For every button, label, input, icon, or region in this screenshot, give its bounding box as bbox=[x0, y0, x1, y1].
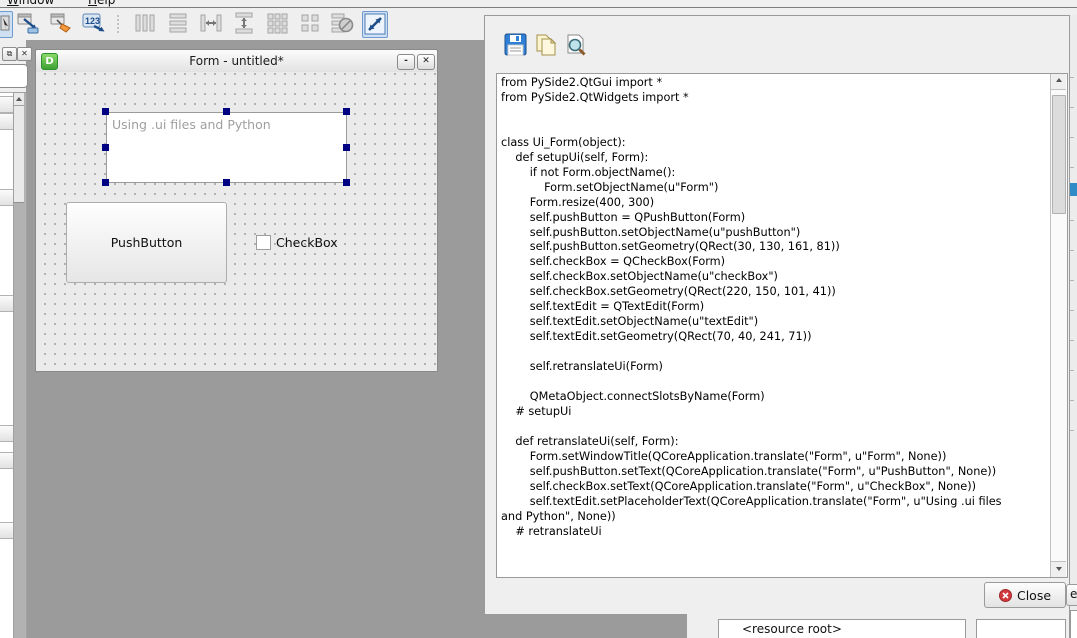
dock-close-icon[interactable]: ✕ bbox=[17, 47, 32, 61]
widget-box-item[interactable] bbox=[0, 425, 14, 442]
checkbox-indicator[interactable] bbox=[256, 235, 271, 250]
close-circle-icon bbox=[999, 589, 1012, 602]
code-text-area[interactable]: from PySide2.QtGui import * from PySide2… bbox=[496, 73, 1068, 578]
form-title-bar[interactable]: D Form - untitled* - ✕ bbox=[36, 50, 437, 73]
find-icon[interactable] bbox=[564, 33, 588, 57]
widget-box-item[interactable] bbox=[0, 96, 14, 113]
textedit-widget[interactable]: Using .ui files and Python bbox=[106, 112, 347, 183]
widget-box-item[interactable] bbox=[0, 295, 14, 312]
selected-property-row[interactable] bbox=[1070, 183, 1077, 196]
selection-handle[interactable] bbox=[102, 144, 109, 151]
layout-horizontal-icon[interactable] bbox=[133, 11, 157, 36]
layout-form-icon[interactable] bbox=[298, 11, 322, 36]
scroll-up-icon[interactable] bbox=[1051, 74, 1066, 90]
form-window: D Form - untitled* - ✕ Using .ui files a… bbox=[35, 49, 438, 372]
checkbox-label: CheckBox bbox=[276, 235, 338, 250]
edit-buddies-icon[interactable] bbox=[49, 11, 73, 36]
selection-handle[interactable] bbox=[102, 108, 109, 115]
dialog-close-label: Close bbox=[1017, 588, 1051, 603]
menu-bar: Window Help bbox=[0, 0, 1077, 8]
resource-tree[interactable]: <resource root> bbox=[718, 619, 966, 638]
minimize-button[interactable]: - bbox=[397, 54, 415, 70]
edit-widgets-icon[interactable] bbox=[0, 11, 13, 38]
widget-box-item[interactable] bbox=[0, 113, 14, 130]
save-icon[interactable] bbox=[504, 33, 528, 57]
checkbox-widget[interactable]: CheckBox bbox=[256, 222, 357, 263]
layout-splitter-horizontal-icon[interactable] bbox=[199, 11, 223, 36]
widget-box-search-input[interactable] bbox=[0, 64, 28, 88]
widget-box-dock: ⧉ ✕ bbox=[0, 40, 27, 638]
selection-handle[interactable] bbox=[223, 108, 230, 115]
code-preview-dialog: from PySide2.QtGui import * from PySide2… bbox=[484, 15, 1070, 615]
widget-box-scrollbar[interactable] bbox=[13, 92, 27, 638]
menu-help[interactable]: Help bbox=[88, 0, 115, 7]
selection-handle[interactable] bbox=[223, 179, 230, 186]
code-scrollbar[interactable] bbox=[1050, 74, 1067, 577]
pushbutton-widget[interactable]: PushButton bbox=[66, 202, 227, 283]
adjust-size-icon[interactable] bbox=[362, 11, 388, 38]
dock-float-icon[interactable]: ⧉ bbox=[2, 47, 17, 61]
resource-panel bbox=[976, 619, 1066, 638]
menu-window[interactable]: Window bbox=[7, 0, 54, 7]
dialog-close-button[interactable]: Close bbox=[984, 582, 1066, 608]
selection-handle[interactable] bbox=[343, 108, 350, 115]
widget-box-list bbox=[0, 92, 13, 638]
layout-splitter-vertical-icon[interactable] bbox=[232, 11, 256, 36]
form-canvas[interactable]: Using .ui files and Python PushButton Ch… bbox=[36, 72, 437, 371]
svg-text:123: 123 bbox=[85, 16, 100, 26]
copy-icon[interactable] bbox=[534, 33, 558, 57]
property-editor-sliver bbox=[1069, 15, 1077, 638]
textedit-placeholder: Using .ui files and Python bbox=[112, 117, 271, 132]
scroll-up-icon[interactable] bbox=[14, 93, 24, 106]
layout-grid-icon[interactable] bbox=[265, 11, 289, 36]
selection-handle[interactable] bbox=[343, 179, 350, 186]
widget-box-item[interactable] bbox=[0, 189, 14, 206]
resource-root-item[interactable]: <resource root> bbox=[742, 622, 842, 636]
qt-designer-window: Window Help 123 bbox=[0, 0, 1077, 638]
code-text: from PySide2.QtGui import * from PySide2… bbox=[497, 74, 1067, 542]
scrollbar-thumb[interactable] bbox=[1052, 95, 1066, 214]
edit-tab-order-icon[interactable]: 123 bbox=[82, 11, 106, 36]
widget-box-item[interactable] bbox=[0, 452, 14, 469]
selection-handle[interactable] bbox=[102, 179, 109, 186]
scroll-down-icon[interactable] bbox=[1051, 561, 1066, 577]
break-layout-icon[interactable] bbox=[330, 11, 354, 36]
widget-box-item[interactable] bbox=[0, 522, 14, 539]
toolbar-separator bbox=[117, 15, 119, 33]
resource-browser-dock: <resource root> bbox=[687, 614, 1077, 638]
form-window-title: Form - untitled* bbox=[36, 50, 437, 72]
close-button[interactable]: ✕ bbox=[417, 54, 435, 70]
scrollbar-thumb[interactable] bbox=[14, 106, 24, 203]
edit-signals-slots-icon[interactable] bbox=[16, 11, 40, 36]
partial-button-fragment[interactable]: e bbox=[1066, 584, 1077, 606]
layout-vertical-icon[interactable] bbox=[166, 11, 190, 36]
selection-handle[interactable] bbox=[343, 144, 350, 151]
partial-panel-fragment bbox=[1070, 610, 1077, 638]
